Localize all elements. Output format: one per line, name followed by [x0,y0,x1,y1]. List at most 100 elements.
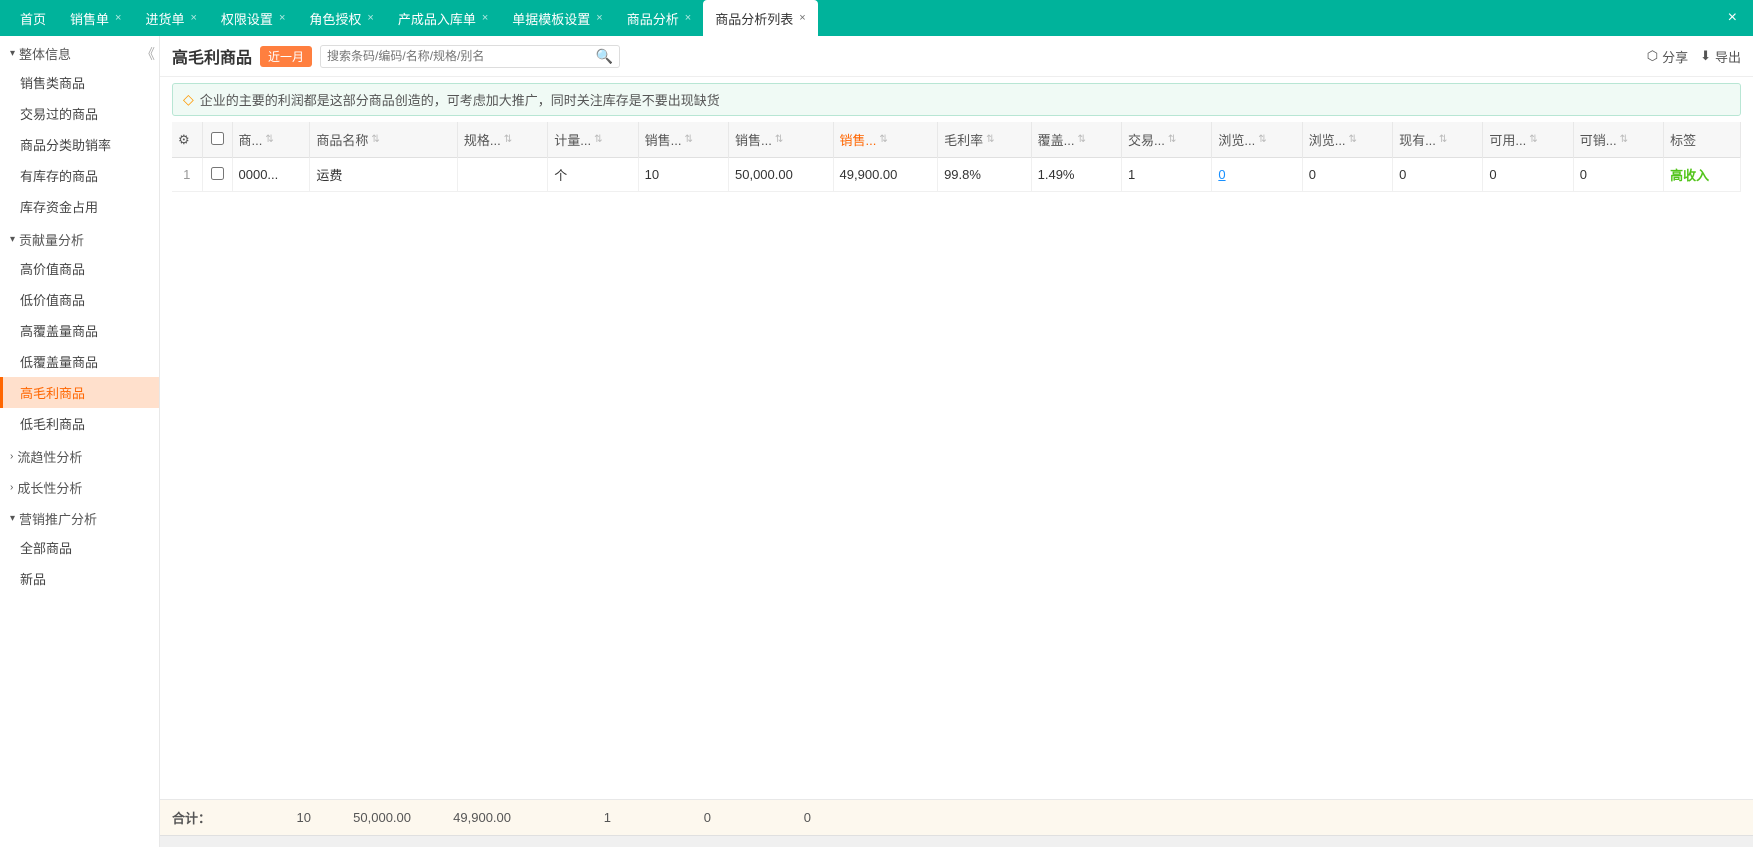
arrow-overall: ▾ [10,48,15,59]
summary-sales-qty: 10 [231,810,311,825]
close-purchase-tab[interactable]: × [190,12,196,24]
sidebar-item-low-margin[interactable]: 低毛利商品 [0,408,159,439]
cell-unit: 个 [548,158,638,192]
page-title: 高毛利商品 [172,44,252,68]
sidebar-group-growth[interactable]: › 成长性分析 [0,470,159,501]
th-code[interactable]: 商...⇅ [232,122,310,158]
th-name[interactable]: 商品名称⇅ [310,122,458,158]
nav-tab-analysis[interactable]: 商品分析 × [615,0,703,36]
cell-coverage: 1.49% [1031,158,1121,192]
summary-sales-amt: 50,000.00 [331,810,411,825]
cell-views1[interactable]: 0 [1212,158,1302,192]
sidebar-collapse-button[interactable]: 《 [141,44,155,64]
close-template-tab[interactable]: × [596,12,602,24]
th-available-stock[interactable]: 可用...⇅ [1483,122,1573,158]
th-sales-profit[interactable]: 销售...⇅ [833,122,938,158]
sidebar-item-traded-goods[interactable]: 交易过的商品 [0,98,159,129]
table-container: ⚙ 商...⇅ 商品名称⇅ 规格...⇅ [160,122,1753,799]
content-area: 高毛利商品 近一月 🔍 ⬡ 分享 ⬇ 导出 ◇ 企业的主要的利润都是这部分商品创… [160,36,1753,847]
th-views2[interactable]: 浏览...⇅ [1302,122,1392,158]
th-current-stock[interactable]: 现有...⇅ [1393,122,1483,158]
share-button[interactable]: ⬡ 分享 [1647,47,1688,66]
th-sales-qty[interactable]: 销售...⇅ [638,122,728,158]
sort-unit-icon: ⇅ [594,134,602,145]
cell-code: 0000... [232,158,310,192]
th-sales-amt[interactable]: 销售...⇅ [729,122,834,158]
th-saleable-stock[interactable]: 可销...⇅ [1573,122,1663,158]
nav-tab-permissions[interactable]: 权限设置 × [209,0,297,36]
sort-saleable-icon: ⇅ [1620,134,1628,145]
share-icon: ⬡ [1647,48,1658,64]
close-all-button[interactable]: × [1720,9,1745,27]
cell-gross-margin: 99.8% [938,158,1032,192]
cell-sales-amt: 50,000.00 [729,158,834,192]
sidebar-item-high-value[interactable]: 高价值商品 [0,253,159,284]
period-button[interactable]: 近一月 [260,46,312,67]
sidebar-item-low-coverage[interactable]: 低覆盖量商品 [0,346,159,377]
nav-tab-sales[interactable]: 销售单 × [58,0,133,36]
sidebar-item-low-value[interactable]: 低价值商品 [0,284,159,315]
sort-views1-icon: ⇅ [1258,134,1266,145]
nav-tab-roles[interactable]: 角色授权 × [297,0,385,36]
nav-tab-home[interactable]: 首页 [8,0,58,36]
search-icon[interactable]: 🔍 [596,48,613,65]
sidebar-item-new-goods[interactable]: 新品 [0,563,159,594]
th-spec[interactable]: 规格...⇅ [457,122,547,158]
cell-checkbox [202,158,232,192]
summary-label: 合计： [172,808,211,827]
sidebar-item-in-stock[interactable]: 有库存的商品 [0,160,159,191]
row-checkbox[interactable] [211,167,224,180]
export-button[interactable]: ⬇ 导出 [1700,47,1741,66]
th-checkbox [202,122,232,158]
cell-views2: 0 [1302,158,1392,192]
th-coverage[interactable]: 覆盖...⇅ [1031,122,1121,158]
sidebar-item-stock-capital[interactable]: 库存资金占用 [0,191,159,222]
sort-avail-icon: ⇅ [1529,134,1537,145]
sort-coverage-icon: ⇅ [1077,134,1085,145]
footer-summary: 合计： 10 50,000.00 49,900.00 1 0 0 [160,799,1753,835]
close-permissions-tab[interactable]: × [279,12,285,24]
th-unit[interactable]: 计量...⇅ [548,122,638,158]
arrow-growth: › [10,482,13,493]
sidebar-item-all-goods[interactable]: 全部商品 [0,532,159,563]
th-views1[interactable]: 浏览...⇅ [1212,122,1302,158]
th-settings[interactable]: ⚙ [172,122,202,158]
table-header-row: ⚙ 商...⇅ 商品名称⇅ 规格...⇅ [172,122,1741,158]
search-input[interactable] [327,49,592,63]
sort-spec-icon: ⇅ [504,134,512,145]
sort-margin-icon: ⇅ [986,134,994,145]
th-gross-margin[interactable]: 毛利率⇅ [938,122,1032,158]
arrow-contribution: ▾ [10,234,15,245]
sidebar-item-high-coverage[interactable]: 高覆盖量商品 [0,315,159,346]
sidebar-group-marketing[interactable]: ▾ 营销推广分析 [0,501,159,532]
sidebar-item-sales-goods[interactable]: 销售类商品 [0,67,159,98]
close-analysis-tab[interactable]: × [685,12,691,24]
arrow-trend: › [10,451,13,462]
sidebar-item-high-margin[interactable]: 高毛利商品 [0,377,159,408]
close-sales-tab[interactable]: × [115,12,121,24]
main-layout: 《 ▾ 整体信息 销售类商品 交易过的商品 商品分类助销率 有库存的商品 库存资… [0,36,1753,847]
cell-sales-qty: 10 [638,158,728,192]
th-transactions[interactable]: 交易...⇅ [1121,122,1211,158]
table-row: 1 0000... 运费 个 10 50,000.00 49,900.00 99… [172,158,1741,192]
cell-tag: 高收入 [1664,158,1741,192]
close-production-tab[interactable]: × [482,12,488,24]
nav-tab-production[interactable]: 产成品入库单 × [386,0,500,36]
close-analysis-list-tab[interactable]: × [799,12,805,24]
sidebar-group-contribution[interactable]: ▾ 贡献量分析 [0,222,159,253]
nav-tab-template[interactable]: 单据模板设置 × [500,0,614,36]
th-tag: 标签 [1664,122,1741,158]
sidebar: 《 ▾ 整体信息 销售类商品 交易过的商品 商品分类助销率 有库存的商品 库存资… [0,36,160,847]
sidebar-group-trend[interactable]: › 流趋性分析 [0,439,159,470]
horizontal-scrollbar[interactable] [160,835,1753,847]
arrow-marketing: ▾ [10,513,15,524]
nav-tab-purchase[interactable]: 进货单 × [133,0,208,36]
sidebar-item-category-sales-rate[interactable]: 商品分类助销率 [0,129,159,160]
select-all-checkbox[interactable] [211,132,224,145]
sort-salesprofit-icon: ⇅ [879,134,887,145]
nav-tab-analysis-list[interactable]: 商品分析列表 × [703,0,817,36]
sidebar-group-overall[interactable]: ▾ 整体信息 [0,36,159,67]
close-roles-tab[interactable]: × [367,12,373,24]
info-icon: ◇ [183,91,194,108]
sort-current-icon: ⇅ [1439,134,1447,145]
